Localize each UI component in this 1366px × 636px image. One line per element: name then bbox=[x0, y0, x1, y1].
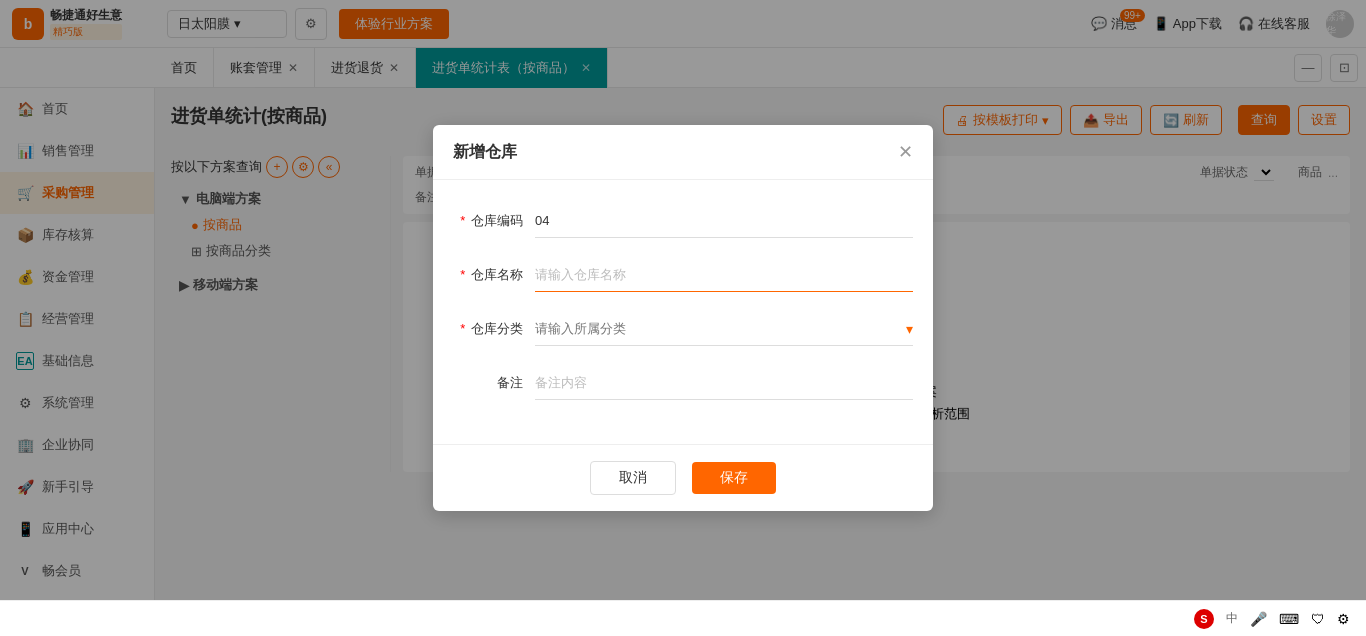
warehouse-name-label: * 仓库名称 bbox=[453, 266, 523, 284]
sougou-logo: S bbox=[1194, 609, 1214, 629]
warehouse-code-label: * 仓库编码 bbox=[453, 212, 523, 230]
shield-icon[interactable]: 🛡 bbox=[1311, 611, 1325, 627]
modal-body: * 仓库编码 * 仓库名称 * 仓库分类 bbox=[433, 180, 933, 444]
warehouse-note-row: 备注 bbox=[453, 366, 913, 400]
warehouse-note-input[interactable] bbox=[535, 366, 913, 400]
modal-footer: 取消 保存 bbox=[433, 444, 933, 511]
warehouse-code-input[interactable] bbox=[535, 204, 913, 238]
modal-header: 新增仓库 ✕ bbox=[433, 125, 933, 180]
middle-input-icon[interactable]: 中 bbox=[1226, 610, 1238, 627]
bottom-status-bar: S 中 🎤 ⌨ 🛡 ⚙ bbox=[0, 600, 1366, 636]
type-dropdown-arrow[interactable]: ▾ bbox=[906, 321, 913, 337]
modal-overlay: 新增仓库 ✕ * 仓库编码 * 仓库名称 bbox=[0, 0, 1366, 636]
warehouse-type-label: * 仓库分类 bbox=[453, 320, 523, 338]
warehouse-type-input[interactable] bbox=[535, 312, 906, 346]
modal-close-button[interactable]: ✕ bbox=[898, 141, 913, 163]
warehouse-name-row: * 仓库名称 bbox=[453, 258, 913, 292]
warehouse-note-label: 备注 bbox=[453, 374, 523, 392]
save-button[interactable]: 保存 bbox=[692, 462, 776, 494]
mic-icon[interactable]: 🎤 bbox=[1250, 611, 1267, 627]
warehouse-name-input[interactable] bbox=[535, 258, 913, 292]
settings-status-icon[interactable]: ⚙ bbox=[1337, 611, 1350, 627]
cancel-button[interactable]: 取消 bbox=[590, 461, 676, 495]
warehouse-type-row: * 仓库分类 ▾ bbox=[453, 312, 913, 346]
warehouse-type-select-wrapper: ▾ bbox=[535, 312, 913, 346]
sougou-icon: S bbox=[1194, 609, 1214, 629]
keyboard-icon[interactable]: ⌨ bbox=[1279, 611, 1299, 627]
warehouse-code-row: * 仓库编码 bbox=[453, 204, 913, 238]
new-warehouse-modal: 新增仓库 ✕ * 仓库编码 * 仓库名称 bbox=[433, 125, 933, 511]
modal-title: 新增仓库 bbox=[453, 142, 517, 163]
